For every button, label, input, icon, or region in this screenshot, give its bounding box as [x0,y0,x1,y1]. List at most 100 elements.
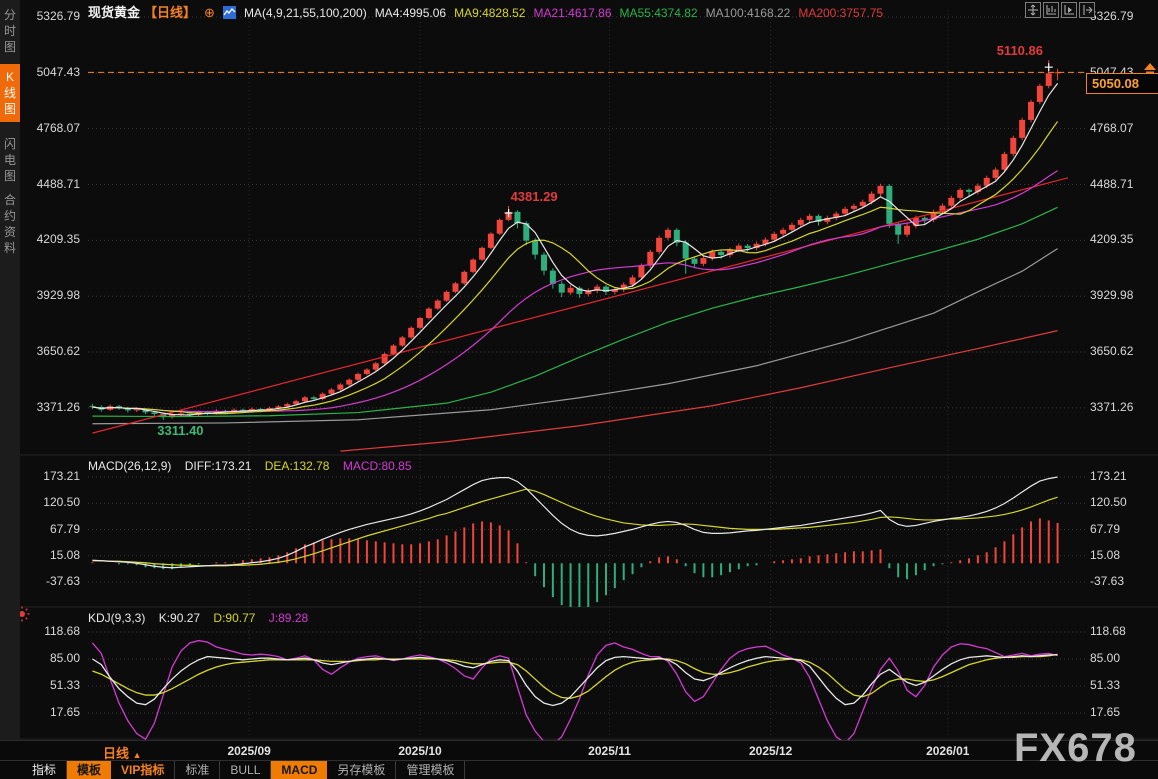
sidebar-char: 闪 [0,136,20,152]
ma-line-ma21 [92,171,1057,412]
gridlines [0,10,1158,739]
axis-tick-label: 5326.79 [20,9,80,23]
axis-tick-label: 4488.71 [1090,177,1156,191]
ma100-value: MA100:4168.22 [706,6,791,20]
ma4-value: MA4:4995.06 [375,6,446,20]
collapse-panel-icon[interactable] [1079,2,1095,18]
macd-value: MACD:80.85 [343,459,412,473]
tab-indicator[interactable]: 指标 [22,761,67,779]
macd-panel[interactable] [92,477,1057,610]
axis-tick-label: 85.00 [1090,651,1156,665]
app-root: 分时图K线图闪电图合约资料 现货黄金【日线】⊕MA(4,9,21,55,100,… [0,0,1158,779]
ma-line-ma100 [92,249,1057,424]
axis-tick-label: 3650.62 [20,344,80,358]
ma-line-ma4 [92,83,1057,415]
date-label: 2025/09 [219,744,279,758]
axis-tick-label: 15.08 [1090,548,1156,562]
tab-manage-template[interactable]: 管理模板 [396,761,465,779]
sidebar-char: 分 [0,7,20,23]
axis-tick-label: 4209.35 [20,232,80,246]
macd-header: MACD(26,12,9) DIFF:173.21 DEA:132.78 MAC… [88,459,422,473]
kdj-k-value: K:90.27 [159,611,200,625]
tab-save-template[interactable]: 另存模板 [327,761,396,779]
axis-tick-label: 17.65 [20,705,80,719]
macd-dea-value: DEA:132.78 [265,459,330,473]
period-tag: 【日线】 [144,5,196,20]
axis-tick-label: 4768.07 [20,121,80,135]
ma-line-ma9 [92,121,1057,413]
price-marker-cross [1045,63,1053,71]
sidebar-char: 图 [0,168,20,184]
ma-line-ma55 [92,207,1057,416]
axis-play-icon[interactable] [1061,2,1077,18]
chevron-up-icon: ▲ [133,750,142,760]
bottom-toolbar: 指标模板VIP指标标准BULLMACD另存模板管理模板 [0,760,1158,779]
sidebar-char: 约 [0,208,20,224]
axis-tick-label: 17.65 [1090,705,1156,719]
watermark: FX678 [1014,726,1137,771]
axis-tick-label: 15.08 [20,548,80,562]
tab-bull[interactable]: BULL [220,761,271,779]
price-annotation: 5110.86 [997,43,1043,58]
axis-tick-label: 4768.07 [1090,121,1156,135]
sidebar-char: 电 [0,152,20,168]
sidebar-char: 时 [0,23,20,39]
tab-standard[interactable]: 标准 [175,761,220,779]
instrument-name: 现货黄金 [88,5,140,20]
axis-tick-label: 173.21 [20,469,80,483]
macd-diff-value: DIFF:173.21 [185,459,252,473]
axis-tick-label: 4488.71 [20,177,80,191]
axis-tick-label: 3929.98 [1090,288,1156,302]
sidebar-tab-flash[interactable]: 闪电图 [0,136,20,184]
kdj-header: KDJ(9,3,3) K:90.27 D:90.77 J:89.28 [88,611,318,625]
price-annotation: 4381.29 [511,189,558,204]
sidebar-tab-kline[interactable]: K线图 [0,64,20,122]
sidebar-char: 图 [0,101,20,117]
sidebar-char: 线 [0,85,20,101]
price-annotation: 3311.40 [157,423,203,438]
axis-tick-label: 120.50 [20,495,80,509]
sidebar-tab-timeline[interactable]: 分时图 [0,7,20,55]
chart-type-icon[interactable] [223,6,236,20]
axis-tick-label: 67.79 [20,522,80,536]
sidebar-char: 图 [0,39,20,55]
sidebar-char: 料 [0,240,20,256]
kdj-panel[interactable] [92,641,1057,745]
axis-tick-label: 3371.26 [20,400,80,414]
axis-tick-label: 5326.79 [1090,9,1156,23]
candlestick-panel[interactable] [89,60,1093,451]
chart-canvas[interactable] [0,0,1158,779]
ma21-value: MA21:4617.86 [533,6,611,20]
chart-header: 现货黄金【日线】 ⊕ MA(4,9,21,55,100,200) MA4:4995.0… [88,2,891,19]
axis-tick-label: -37.63 [1090,574,1156,588]
axis-tick-label: 3929.98 [20,288,80,302]
ma-values: MA4:4995.06MA9:4828.52MA21:4617.86MA55:4… [375,6,891,20]
date-label: 2025/12 [741,744,801,758]
axis-tick-label: 51.33 [1090,678,1156,692]
latest-price-arrow-icon[interactable] [1142,62,1158,80]
add-indicator-icon[interactable]: ⊕ [204,5,215,20]
tab-macd[interactable]: MACD [271,761,327,779]
sidebar-tab-contract-info[interactable]: 合约资料 [0,192,20,256]
axis-tick-label: 67.79 [1090,522,1156,536]
tab-vip-indicator[interactable]: VIP指标 [111,761,175,779]
date-label: 2025/11 [580,744,640,758]
dea-line [92,489,1057,566]
axis-tick-label: 3371.26 [1090,400,1156,414]
kdj-params: KDJ(9,3,3) [88,611,145,625]
sidebar-char: 合 [0,192,20,208]
axis-tick-label: 3650.62 [1090,344,1156,358]
date-label: 2026/01 [918,744,978,758]
axis-tick-label: -37.63 [20,574,80,588]
axis-tick-label: 173.21 [1090,469,1156,483]
axis-scale-icon[interactable] [1043,2,1059,18]
tab-template[interactable]: 模板 [67,761,111,779]
sidebar-char: K [0,69,20,85]
diff-line [92,477,1057,568]
macd-params: MACD(26,12,9) [88,459,171,473]
ma55-value: MA55:4374.82 [620,6,698,20]
sidebar-char: 资 [0,224,20,240]
move-tool-icon[interactable] [1025,2,1041,18]
axis-tick-label: 4209.35 [1090,232,1156,246]
ma-params: MA(4,9,21,55,100,200) [244,6,367,20]
